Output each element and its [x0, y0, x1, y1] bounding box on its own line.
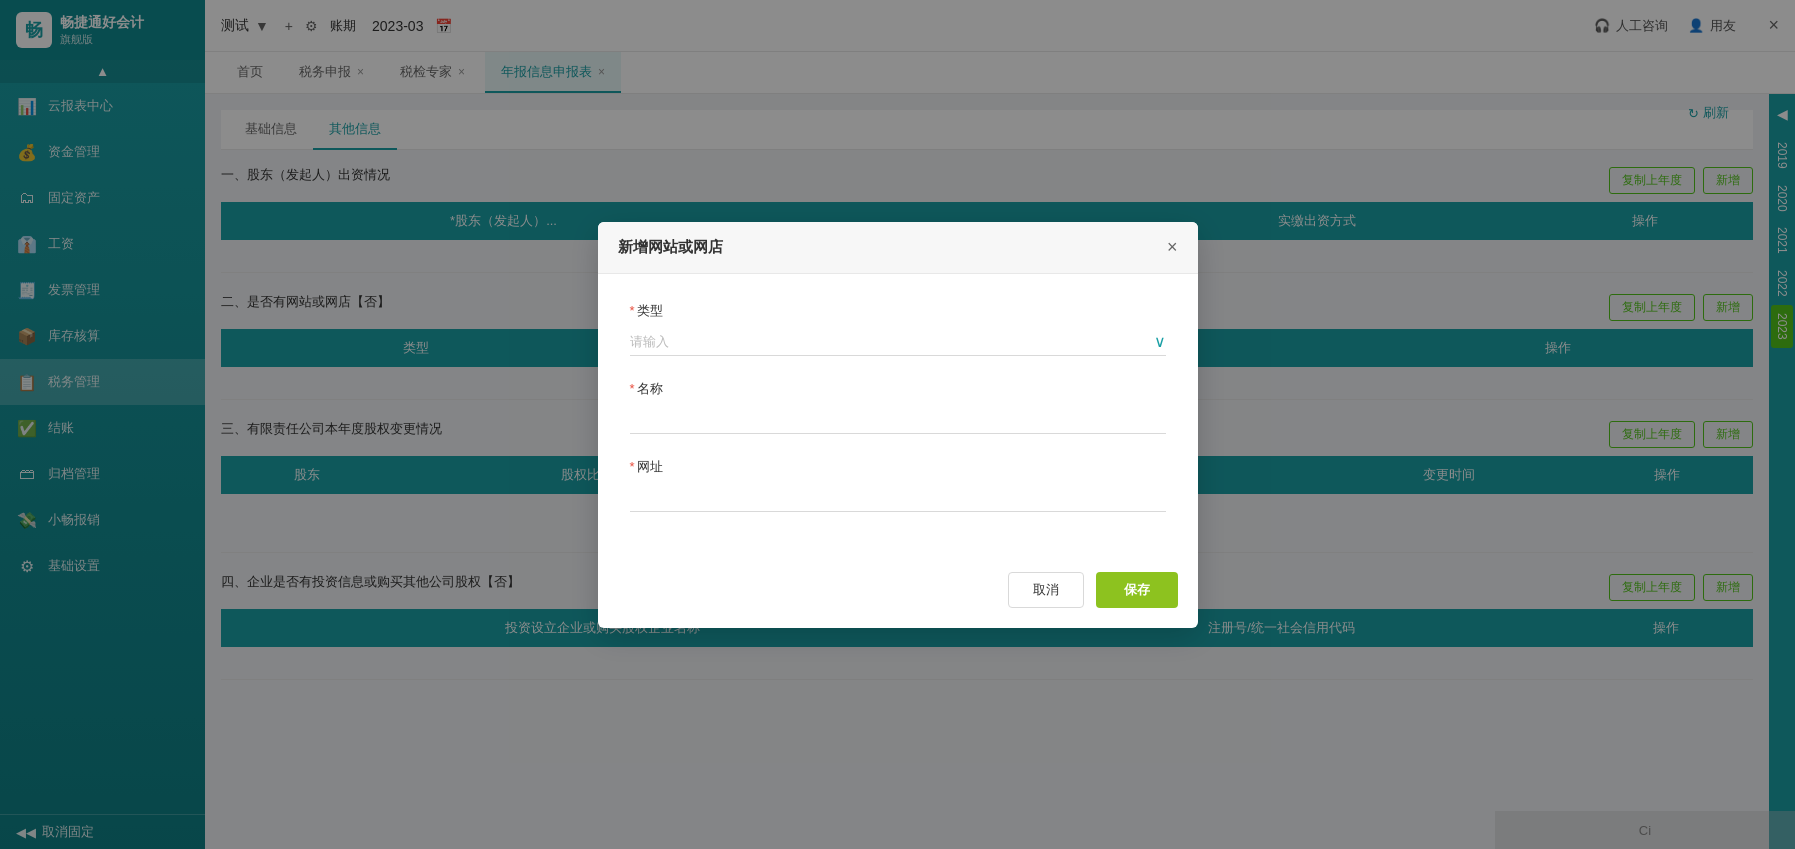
cancel-button[interactable]: 取消	[1008, 572, 1084, 608]
form-field-type: *类型 ∨	[630, 302, 1166, 356]
form-field-url: *网址	[630, 458, 1166, 512]
modal-close-button[interactable]: ×	[1167, 238, 1178, 256]
modal-overlay: 新增网站或网店 × *类型 ∨ *名称	[0, 0, 1795, 849]
form-label-url: *网址	[630, 458, 1166, 476]
form-label-type: *类型	[630, 302, 1166, 320]
save-button[interactable]: 保存	[1096, 572, 1178, 608]
modal-body: *类型 ∨ *名称 *网址	[598, 274, 1198, 560]
required-marker-url: *	[630, 459, 635, 474]
form-input-wrap-type: ∨	[630, 328, 1166, 356]
form-field-name: *名称	[630, 380, 1166, 434]
modal-title: 新增网站或网店	[618, 238, 723, 257]
form-input-wrap-name	[630, 406, 1166, 434]
name-input[interactable]	[630, 406, 1166, 434]
modal-add-website: 新增网站或网店 × *类型 ∨ *名称	[598, 222, 1198, 628]
required-marker-type: *	[630, 303, 635, 318]
form-label-name: *名称	[630, 380, 1166, 398]
modal-footer: 取消 保存	[598, 560, 1198, 628]
required-marker-name: *	[630, 381, 635, 396]
modal-header: 新增网站或网店 ×	[598, 222, 1198, 274]
type-input[interactable]	[630, 328, 1166, 356]
url-input[interactable]	[630, 484, 1166, 512]
form-input-wrap-url	[630, 484, 1166, 512]
